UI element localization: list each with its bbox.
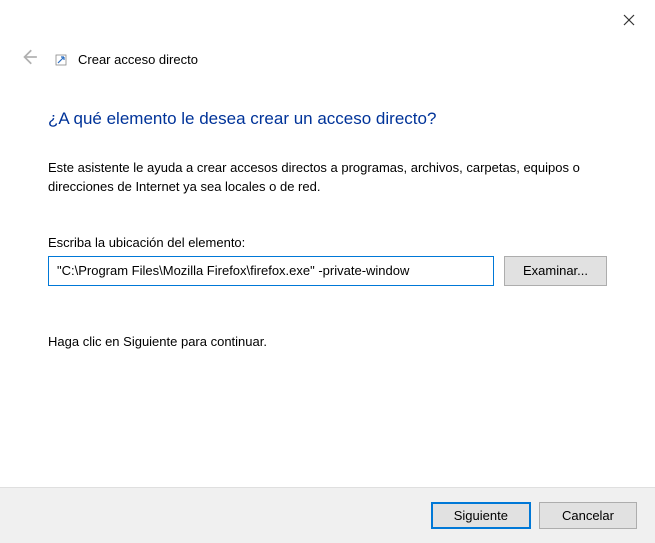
wizard-footer: Siguiente Cancelar <box>0 487 655 543</box>
location-input-row: Examinar... <box>48 256 607 286</box>
next-button[interactable]: Siguiente <box>431 502 531 529</box>
continue-instruction: Haga clic en Siguiente para continuar. <box>48 334 607 349</box>
close-button[interactable] <box>617 8 641 32</box>
window-title: Crear acceso directo <box>78 52 198 67</box>
description-text: Este asistente le ayuda a crear accesos … <box>48 159 607 197</box>
back-arrow-icon[interactable] <box>14 46 44 73</box>
shortcut-icon <box>54 53 68 67</box>
location-label: Escriba la ubicación del elemento: <box>48 235 607 250</box>
wizard-header: Crear acceso directo <box>0 0 655 73</box>
cancel-button[interactable]: Cancelar <box>539 502 637 529</box>
wizard-content: ¿A qué elemento le desea crear un acceso… <box>0 109 655 349</box>
browse-button[interactable]: Examinar... <box>504 256 607 286</box>
main-heading: ¿A qué elemento le desea crear un acceso… <box>48 109 607 129</box>
location-input[interactable] <box>48 256 494 286</box>
